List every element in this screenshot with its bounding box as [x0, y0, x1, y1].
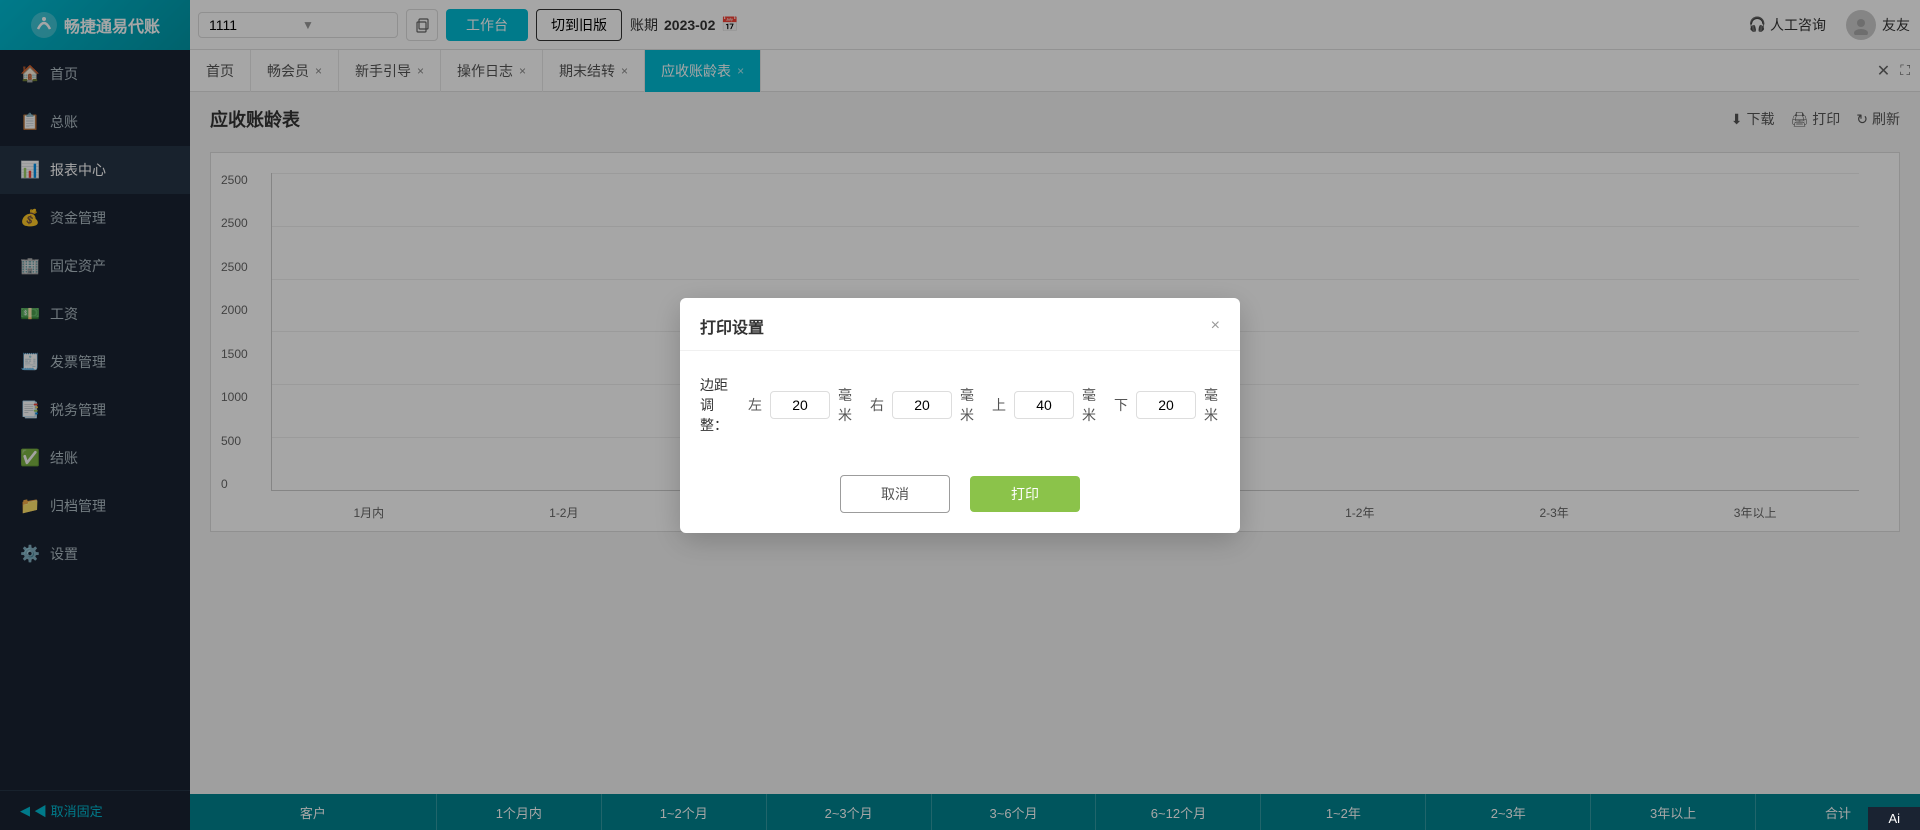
dialog-footer: 取消 打印 — [680, 459, 1240, 533]
dialog-title: 打印设置 — [700, 314, 764, 338]
right-direction-label: 右 — [870, 395, 884, 415]
modal-backdrop: 打印设置 × 边距调整： 左 毫米 右 毫米 上 毫米 下 毫米 取消 打 — [0, 0, 1920, 830]
bottom-margin-input[interactable] — [1136, 391, 1196, 419]
top-direction-label: 上 — [992, 395, 1006, 415]
margin-row: 边距调整： 左 毫米 右 毫米 上 毫米 下 毫米 — [700, 375, 1220, 435]
print-settings-dialog: 打印设置 × 边距调整： 左 毫米 右 毫米 上 毫米 下 毫米 取消 打 — [680, 298, 1240, 533]
top-margin-input[interactable] — [1014, 391, 1074, 419]
dialog-body: 边距调整： 左 毫米 右 毫米 上 毫米 下 毫米 — [680, 351, 1240, 459]
dialog-header: 打印设置 × — [680, 298, 1240, 351]
ai-label: Ai — [1888, 811, 1900, 826]
dialog-close-icon[interactable]: × — [1211, 317, 1220, 335]
margin-label: 边距调整： — [700, 375, 740, 435]
left-direction-label: 左 — [748, 395, 762, 415]
bottom-direction-label: 下 — [1114, 395, 1128, 415]
cancel-button[interactable]: 取消 — [840, 475, 950, 513]
left-unit-label: 毫米 — [838, 385, 854, 425]
bottom-unit-label: 毫米 — [1204, 385, 1220, 425]
left-margin-input[interactable] — [770, 391, 830, 419]
print-confirm-button[interactable]: 打印 — [970, 476, 1080, 512]
ai-footer[interactable]: Ai — [1868, 807, 1920, 830]
right-unit-label: 毫米 — [960, 385, 976, 425]
top-unit-label: 毫米 — [1082, 385, 1098, 425]
right-margin-input[interactable] — [892, 391, 952, 419]
